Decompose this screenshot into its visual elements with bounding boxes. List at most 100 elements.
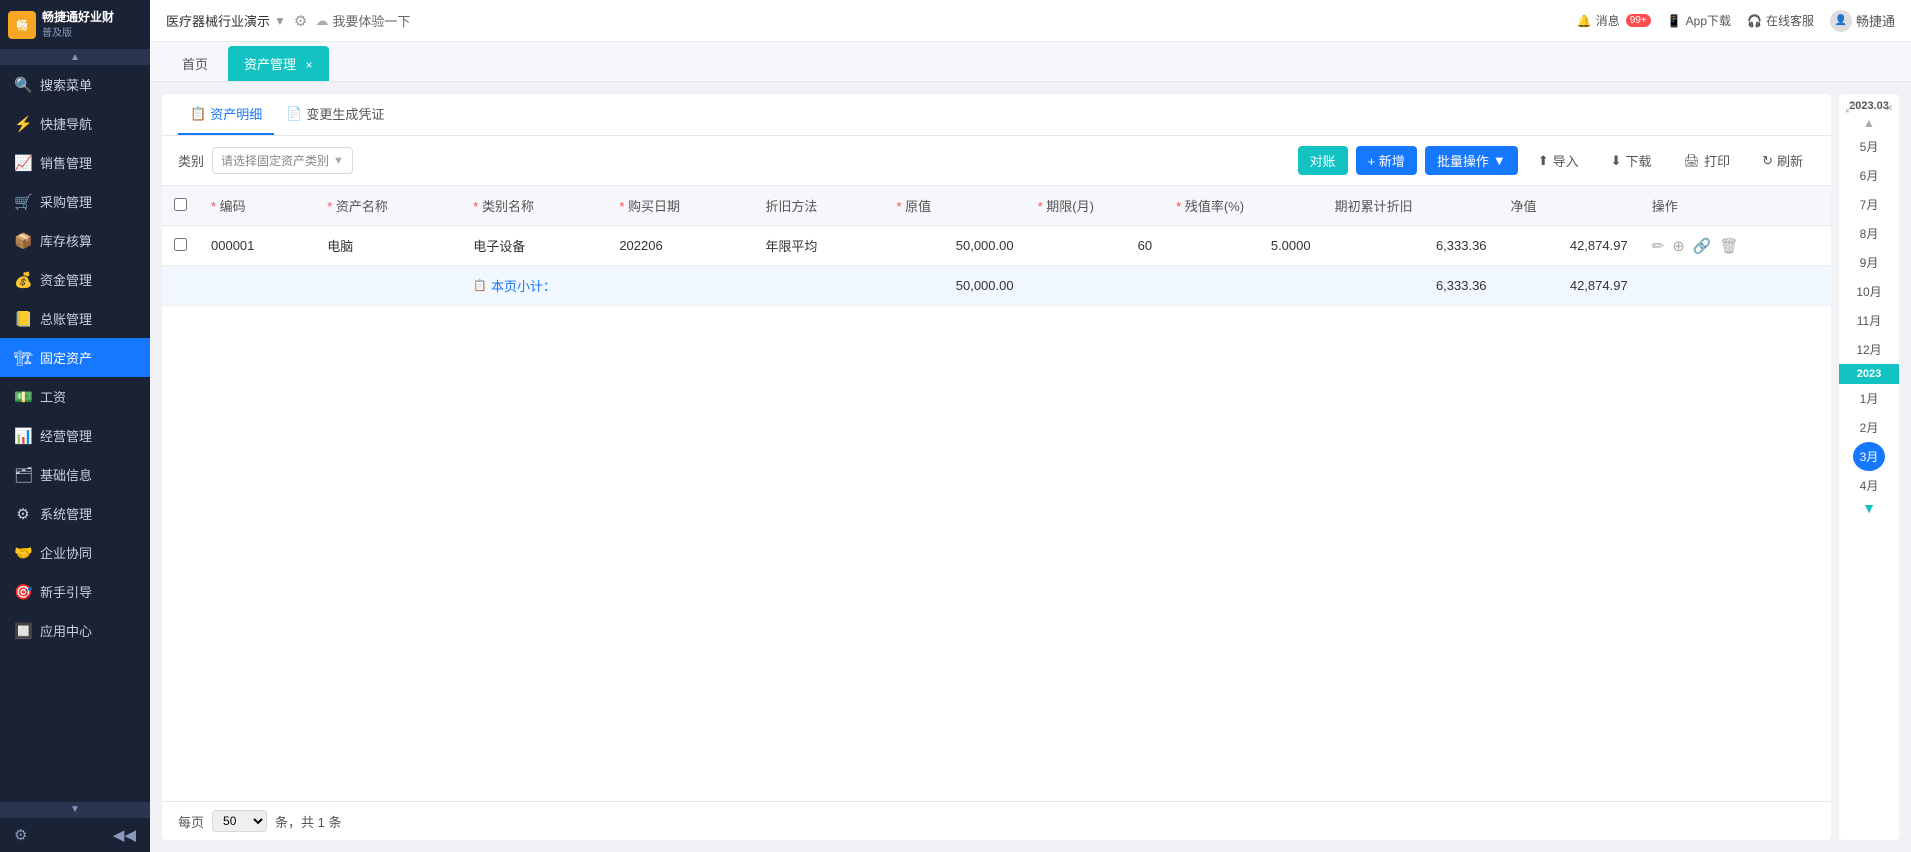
subtotal-icon: 📋 [473,279,487,292]
subtabs: 📋 资产明细 📄 变更生成凭证 [162,94,1831,136]
sidebar-label-11: 系统管理 [40,504,92,523]
calendar-active-year[interactable]: 2023 [1839,364,1899,384]
download-icon: 📱 [1667,14,1682,28]
company-settings-icon[interactable]: ⚙ [294,12,307,30]
calendar-month-curr[interactable]: 2月 [1839,413,1899,442]
print-icon: 🖨 [1684,153,1701,169]
sidebar-item-采购管理[interactable]: 🛒采购管理 [0,182,150,221]
sidebar-item-应用中心[interactable]: 🔲应用中心 [0,611,150,650]
sidebar-label-4: 库存核算 [40,231,92,250]
calendar-month-prev[interactable]: 11月 [1839,306,1899,335]
calendar-scroll-down[interactable]: ▼ [1862,500,1876,516]
import-button[interactable]: ⬆ 导入 [1526,146,1591,175]
refresh-button[interactable]: ↻ 刷新 [1750,146,1815,175]
select-all-checkbox[interactable] [174,198,187,211]
sidebar-label-9: 经营管理 [40,426,92,445]
experience-btn[interactable]: ☁ 我要体验一下 [315,11,410,30]
calendar-expand-icon[interactable]: ⤢ [1845,100,1855,116]
sidebar-label-0: 搜索菜单 [40,75,92,94]
tab-home[interactable]: 首页 [166,46,224,81]
calendar-month-prev[interactable]: 5月 [1839,132,1899,161]
sidebar-label-3: 采购管理 [40,192,92,211]
sidebar-label-10: 基础信息 [40,465,92,484]
sidebar-item-库存核算[interactable]: 📦库存核算 [0,221,150,260]
calendar-close-icon[interactable]: × [1885,100,1893,115]
copy-icon[interactable]: ⊕ [1672,237,1685,255]
subtotal-empty-1 [199,266,315,306]
calendar-month-prev[interactable]: 12月 [1839,335,1899,364]
link-icon[interactable]: 🔗 [1693,237,1712,255]
sidebar-nav: 🔍搜索菜单⚡快捷导航📈销售管理🛒采购管理📦库存核算💰资金管理📒总账管理🏗固定资产… [0,65,150,802]
messages-btn[interactable]: 🔔 消息 99+ [1577,12,1651,29]
subtab-asset-detail[interactable]: 📋 资产明细 [178,94,274,135]
sidebar-item-总账管理[interactable]: 📒总账管理 [0,299,150,338]
sidebar-label-6: 总账管理 [40,309,92,328]
import-icon: ⬆ [1538,153,1549,169]
row-checkbox-0[interactable] [174,238,187,251]
sidebar-item-资金管理[interactable]: 💰资金管理 [0,260,150,299]
subtab-voucher[interactable]: 📄 变更生成凭证 [274,94,396,135]
delete-icon[interactable]: 🗑 [1720,237,1739,255]
sidebar-item-企业协同[interactable]: 🤝企业协同 [0,533,150,572]
topbar-left: 医疗器械行业演示 ▼ ⚙ ☁ 我要体验一下 [166,11,410,30]
calendar-active-month[interactable]: 3月 [1853,442,1885,471]
company-dropdown-icon: ▼ [274,14,286,28]
sidebar-icon-8: 💵 [14,388,32,406]
collapse-icon[interactable]: ◀◀ [113,826,136,844]
batch-operations-button[interactable]: 批量操作 ▼ [1425,146,1518,175]
sidebar-item-工资[interactable]: 💵 工资 [0,377,150,416]
calendar-month-prev[interactable]: 7月 [1839,190,1899,219]
calendar-month-prev[interactable]: 8月 [1839,219,1899,248]
side-calendar: × ⤢ 2023.03 ▲ 5月6月7月8月9月10月11月12月 2023 1… [1839,94,1899,840]
calendar-month-prev[interactable]: 10月 [1839,277,1899,306]
table-wrapper: 编码 资产名称 类别名称 购买日期 折旧方法 原值 期限(月) 残值率(%) 期… [162,186,1831,801]
calendar-month-prev[interactable]: 9月 [1839,248,1899,277]
content-main: 📋 资产明细 📄 变更生成凭证 类别 请选择固定资产类别 ▼ [162,94,1831,840]
calendar-scroll-up[interactable]: ▲ [1861,114,1877,132]
asset-detail-icon: 📋 [190,106,206,122]
tab-asset-management[interactable]: 资产管理 × [228,46,329,81]
sidebar-scroll-down[interactable]: ▼ [0,802,150,817]
batch-dropdown-icon: ▼ [1493,153,1506,168]
tab-close-icon[interactable]: × [306,58,313,72]
messages-badge: 99+ [1626,14,1651,27]
calendar-month-curr[interactable]: 4月 [1839,471,1899,500]
sidebar-item-经营管理[interactable]: 📊经营管理 [0,416,150,455]
subtotal-empty-0 [162,266,199,306]
asset-table: 编码 资产名称 类别名称 购买日期 折旧方法 原值 期限(月) 残值率(%) 期… [162,186,1831,306]
toolbar-left: 类别 请选择固定资产类别 ▼ [178,147,1290,174]
sidebar-item-固定资产[interactable]: 🏗固定资产 [0,338,150,377]
sidebar-item-新手引导[interactable]: 🎯新手引导 [0,572,150,611]
reconcile-button[interactable]: 对账 [1298,146,1348,175]
row-checkbox-cell [162,226,199,266]
toolbar: 类别 请选择固定资产类别 ▼ 对账 + 新增 批量操作 ▼ ⬆ 导入 [162,136,1831,186]
page-size-select[interactable]: 50 10 20 100 [212,810,267,832]
settings-icon[interactable]: ⚙ [14,826,27,844]
category-select[interactable]: 请选择固定资产类别 ▼ [212,147,353,174]
sidebar-item-快捷导航[interactable]: ⚡快捷导航 [0,104,150,143]
sidebar-scroll-up[interactable]: ▲ [0,50,150,65]
download-button[interactable]: ⬇ 下载 [1599,146,1664,175]
sidebar-item-搜索菜单[interactable]: 🔍搜索菜单 [0,65,150,104]
calendar-month-prev[interactable]: 6月 [1839,161,1899,190]
sidebar-icon-11: ⚙ [14,505,32,523]
sidebar-item-销售管理[interactable]: 📈销售管理 [0,143,150,182]
app-download-btn[interactable]: 📱 App下载 [1667,12,1731,29]
download-file-icon: ⬇ [1611,153,1622,169]
new-button[interactable]: + 新增 [1356,146,1417,175]
online-service-btn[interactable]: 🎧 在线客服 [1747,12,1814,29]
cloud-icon: ☁ [315,13,328,29]
calendar-months-prev: 5月6月7月8月9月10月11月12月 [1839,132,1899,364]
user-profile[interactable]: 👤 畅捷通 [1830,10,1895,32]
print-button[interactable]: 🖨 打印 [1672,146,1743,175]
sidebar-label-8: 工资 [40,387,66,406]
topbar-company[interactable]: 医疗器械行业演示 ▼ [166,11,286,30]
sidebar-item-系统管理[interactable]: ⚙ 系统管理 [0,494,150,533]
toolbar-right: 对账 + 新增 批量操作 ▼ ⬆ 导入 ⬇ 下载 🖨 [1298,146,1815,175]
subtotal-label: 本页小计： [491,276,556,295]
col-residual-rate: 残值率(%) [1164,186,1322,226]
edit-icon[interactable]: ✏ [1652,237,1665,255]
calendar-month-curr[interactable]: 1月 [1839,384,1899,413]
col-code: 编码 [199,186,315,226]
sidebar-item-基础信息[interactable]: 🗂基础信息 [0,455,150,494]
